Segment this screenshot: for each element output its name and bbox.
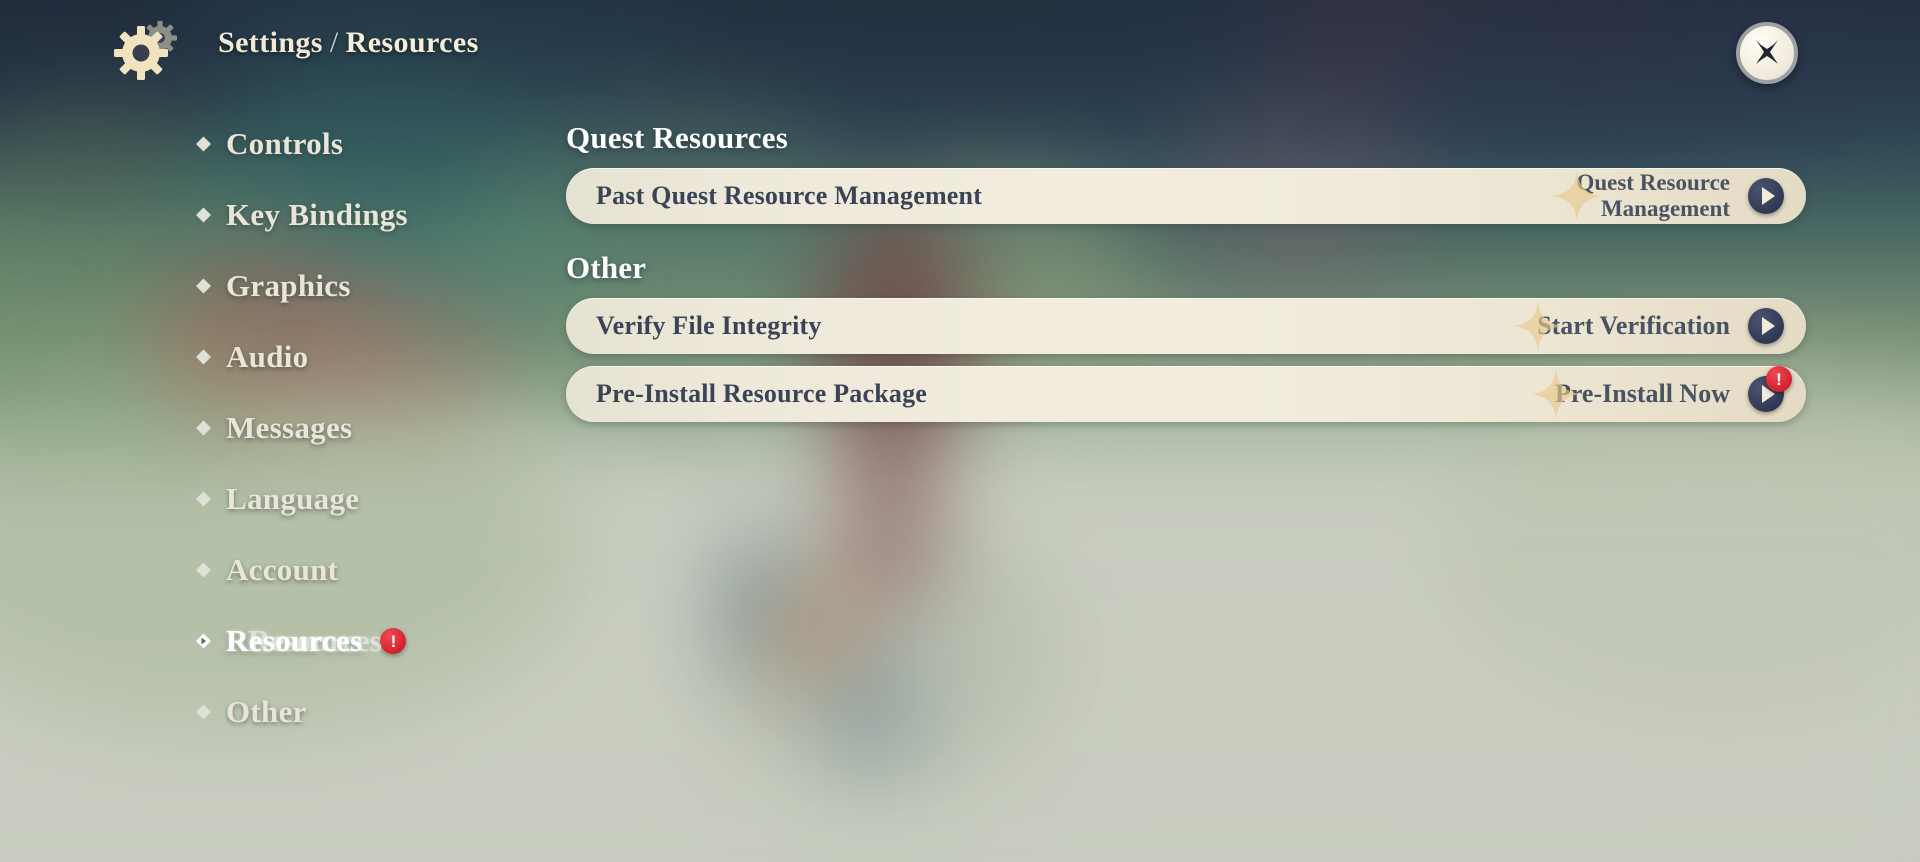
sidebar-item-label: Key Bindings (226, 197, 408, 232)
badge-exclamation-icon: ! (1776, 369, 1782, 389)
sidebar-item-label: Language (226, 481, 360, 516)
close-button[interactable] (1736, 22, 1798, 84)
settings-row[interactable]: Verify File Integrity Start Verification (566, 298, 1806, 354)
settings-row[interactable]: Pre-Install Resource Package Pre-Install … (566, 366, 1806, 422)
settings-row-label: Verify File Integrity (596, 311, 822, 340)
settings-row-action[interactable]: Quest Resource Management (1552, 170, 1806, 222)
sidebar-item-account[interactable]: Account (0, 546, 470, 594)
settings-row-action[interactable]: Pre-Install Now! (1530, 366, 1806, 419)
sidebar-item-label: Other (226, 694, 307, 729)
sidebar-item-label: Messages (226, 410, 353, 445)
settings-row-action[interactable]: Start Verification (1513, 301, 1806, 351)
sidebar-item-graphics[interactable]: Graphics (0, 262, 470, 310)
header-bar: Settings / Resources (0, 0, 1920, 100)
breadcrumb-separator: / (329, 26, 339, 59)
gear-icon (113, 18, 185, 84)
section-title: Quest Resources (566, 120, 788, 155)
diamond-bullet-icon (196, 136, 211, 152)
settings-row-value: Quest Resource Management (1576, 170, 1730, 221)
breadcrumb: Settings / Resources (218, 26, 479, 60)
close-icon (1756, 40, 1778, 64)
settings-row-label: Pre-Install Resource Package (596, 379, 928, 408)
settings-sidebar: Controls Key Bindings Graphics Audio Message… (0, 120, 470, 759)
sidebar-item-controls[interactable]: Controls (0, 120, 470, 168)
badge-exclamation-icon: ! (390, 631, 397, 651)
diamond-bullet-icon (196, 704, 211, 720)
settings-row-label: Past Quest Resource Management (596, 181, 983, 210)
diamond-bullet-icon (196, 349, 211, 365)
section-title: Other (566, 250, 647, 285)
diamond-bullet-icon (196, 420, 211, 436)
sidebar-item-messages[interactable]: Messages (0, 404, 470, 452)
sidebar-item-label: Resources (226, 623, 363, 658)
sidebar-item-other[interactable]: Other (0, 688, 470, 736)
sidebar-item-language[interactable]: Language (0, 475, 470, 523)
sidebar-notification-badge: ! (380, 628, 407, 654)
diamond-bullet-icon (196, 562, 211, 578)
settings-row-value: Start Verification (1537, 311, 1730, 341)
sidebar-item-resources[interactable]: Resources Resources! (0, 617, 470, 665)
diamond-bullet-icon (196, 207, 211, 223)
diamond-bullet-icon (196, 491, 211, 507)
breadcrumb-current: Resources (345, 26, 479, 59)
settings-row-value: Pre-Install Now (1554, 379, 1730, 409)
settings-main-panel: Quest Resources Past Quest Resource Manag… (566, 120, 1806, 434)
sidebar-item-audio[interactable]: Audio (0, 333, 470, 381)
chevron-right-icon[interactable] (1748, 308, 1784, 344)
sidebar-item-key-bindings[interactable]: Key Bindings (0, 191, 470, 239)
sidebar-item-label: Account (226, 552, 339, 587)
breadcrumb-root[interactable]: Settings (218, 26, 323, 59)
settings-row[interactable]: Past Quest Resource Management Quest Reso… (566, 168, 1806, 224)
sidebar-item-label: Audio (226, 339, 309, 374)
sidebar-item-label: Graphics (226, 268, 351, 303)
diamond-bullet-icon (196, 278, 211, 294)
sidebar-item-label: Controls (226, 126, 344, 161)
row-notification-badge: ! (1766, 366, 1792, 392)
chevron-right-icon[interactable] (1748, 178, 1784, 214)
diamond-arrow-icon (196, 633, 211, 649)
